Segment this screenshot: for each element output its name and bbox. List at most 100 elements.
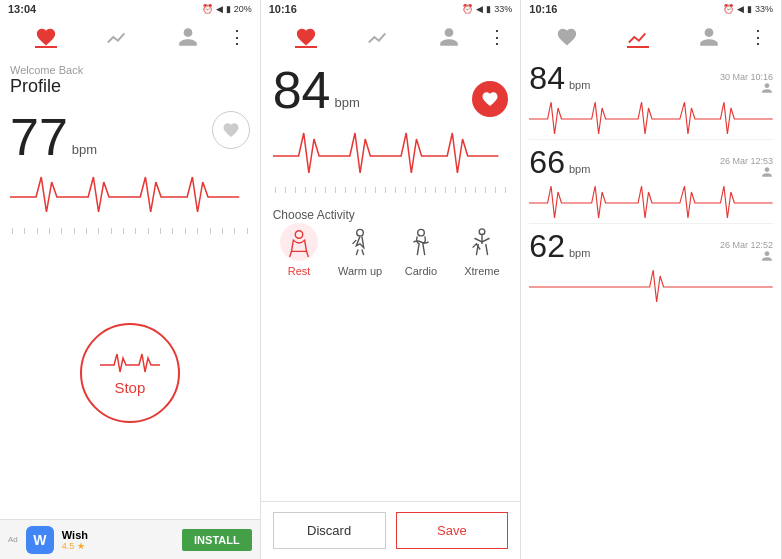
history-date-2: 26 Mar 12:53 [720, 156, 773, 166]
profile-label: Profile [10, 76, 250, 97]
bpm-number-2: 84 [273, 64, 331, 116]
history-bpmlbl-2: bpm [569, 163, 590, 175]
nav-heart-1[interactable] [10, 26, 81, 48]
history-ecg-3 [521, 262, 781, 307]
install-button[interactable]: INSTALL [182, 529, 252, 551]
ecg-line-2 [273, 121, 509, 181]
history-bpm-2: 66 [529, 146, 565, 178]
ad-label: Ad [8, 535, 18, 544]
discard-button[interactable]: Discard [273, 512, 386, 549]
history-list: 84 bpm 30 Mar 10:16 [521, 56, 781, 559]
ecg-stop-icon [100, 350, 160, 375]
nav-heart-2[interactable] [271, 26, 342, 48]
history-bpm-3: 62 [529, 230, 565, 262]
save-button[interactable]: Save [396, 512, 509, 549]
battery-icon: 20% [234, 4, 252, 14]
svg-point-0 [295, 231, 303, 239]
rest-label: Rest [288, 265, 311, 277]
history-date-3: 26 Mar 12:52 [720, 240, 773, 250]
panel-history: 10:16 ⏰ ◀ ▮ 33% ⋮ [521, 0, 782, 559]
chart-nav-icon-2 [367, 26, 389, 48]
activity-warmup[interactable]: Warm up [334, 223, 387, 277]
nav-more-2[interactable]: ⋮ [484, 26, 510, 48]
nav-bar-2: ⋮ [261, 18, 521, 56]
stop-button-container: Stop [10, 234, 250, 511]
stop-label: Stop [114, 379, 145, 396]
time-3: 10:16 [529, 3, 557, 15]
tick-marks-2 [273, 187, 509, 193]
ad-banner: Ad W Wish 4.5 ★ INSTALL [0, 519, 260, 559]
svg-point-3 [357, 229, 364, 236]
history-ecg-2 [521, 178, 781, 223]
nav-more-3[interactable]: ⋮ [745, 26, 771, 48]
alarm-icon: ⏰ [202, 4, 213, 14]
nav-person-3[interactable] [674, 26, 745, 48]
bpm-display-1: 77 bpm [10, 111, 97, 163]
svg-line-1 [290, 251, 292, 257]
history-person-icon-2 [761, 166, 773, 178]
wish-app-icon: W [26, 526, 54, 554]
status-bar-1: 13:04 ⏰ ◀ ▮ 20% [0, 0, 260, 18]
choose-activity-label: Choose Activity [273, 208, 355, 222]
cardio-icon [406, 227, 436, 257]
person-nav-icon-1 [177, 26, 199, 48]
nav-person-1[interactable] [152, 26, 223, 48]
history-item-2[interactable]: 66 bpm 26 Mar 12:53 [521, 140, 781, 224]
bpm-label-1: bpm [72, 142, 97, 157]
heart-circle-1 [212, 111, 250, 149]
history-item-3[interactable]: 62 bpm 26 Mar 12:52 [521, 224, 781, 307]
heart-icon-1 [222, 121, 240, 139]
history-bpmlbl-3: bpm [569, 247, 590, 259]
xtreme-label: Xtreme [464, 265, 499, 277]
heart-filled-2 [472, 81, 508, 117]
time-1: 13:04 [8, 3, 36, 15]
bpm-row-2: 84 bpm [273, 64, 509, 117]
panel-activity: 10:16 ⏰ ◀ ▮ 33% ⋮ [261, 0, 522, 559]
nav-heart-3[interactable] [531, 26, 602, 48]
nav-person-2[interactable] [413, 26, 484, 48]
nav-more-1[interactable]: ⋮ [224, 26, 250, 48]
signal-icon-2: ◀ [476, 4, 483, 14]
nav-chart-3[interactable] [603, 26, 674, 48]
warmup-label: Warm up [338, 265, 382, 277]
svg-line-2 [307, 251, 309, 257]
nav-chart-1[interactable] [81, 26, 152, 48]
chart-nav-icon-3 [627, 26, 649, 48]
person-nav-icon-3 [698, 26, 720, 48]
alarm-icon-2: ⏰ [462, 4, 473, 14]
panel1-content: Welcome Back Profile 77 bpm [0, 56, 260, 519]
xtreme-icon [467, 227, 497, 257]
chart-nav-icon-1 [106, 26, 128, 48]
svg-line-8 [486, 244, 488, 255]
rest-icon [284, 227, 314, 257]
history-person-icon-1 [761, 82, 773, 94]
activity-cardio[interactable]: Cardio [395, 223, 448, 277]
battery-icon-3: 33% [755, 4, 773, 14]
ad-rating: 4.5 ★ [62, 541, 174, 551]
status-icons-1: ⏰ ◀ ▮ 20% [202, 4, 252, 14]
wifi-icon-2: ▮ [486, 4, 491, 14]
nav-chart-2[interactable] [342, 26, 413, 48]
bottom-buttons: Discard Save [261, 501, 521, 559]
heart-nav-icon-2 [295, 26, 317, 48]
activity-row: Rest Warm up [273, 223, 509, 277]
history-item-1[interactable]: 84 bpm 30 Mar 10:16 [521, 56, 781, 140]
bpm-number-1: 77 [10, 111, 68, 163]
stop-button[interactable]: Stop [80, 323, 180, 423]
history-ecg-1 [521, 94, 781, 139]
history-bpmlbl-1: bpm [569, 79, 590, 91]
bpm-label-2: bpm [335, 95, 360, 110]
cardio-label: Cardio [405, 265, 437, 277]
signal-icon: ◀ [216, 4, 223, 14]
history-date-1: 30 Mar 10:16 [720, 72, 773, 82]
activity-rest[interactable]: Rest [273, 223, 326, 277]
activity-xtreme[interactable]: Xtreme [455, 223, 508, 277]
status-bar-3: 10:16 ⏰ ◀ ▮ 33% [521, 0, 781, 18]
panel2-content: 84 bpm Choose Activity [261, 56, 521, 501]
status-icons-3: ⏰ ◀ ▮ 33% [723, 4, 773, 14]
wifi-icon-3: ▮ [747, 4, 752, 14]
wifi-icon: ▮ [226, 4, 231, 14]
heart-nav-icon-1 [35, 26, 57, 48]
status-icons-2: ⏰ ◀ ▮ 33% [462, 4, 512, 14]
nav-bar-1: ⋮ [0, 18, 260, 56]
